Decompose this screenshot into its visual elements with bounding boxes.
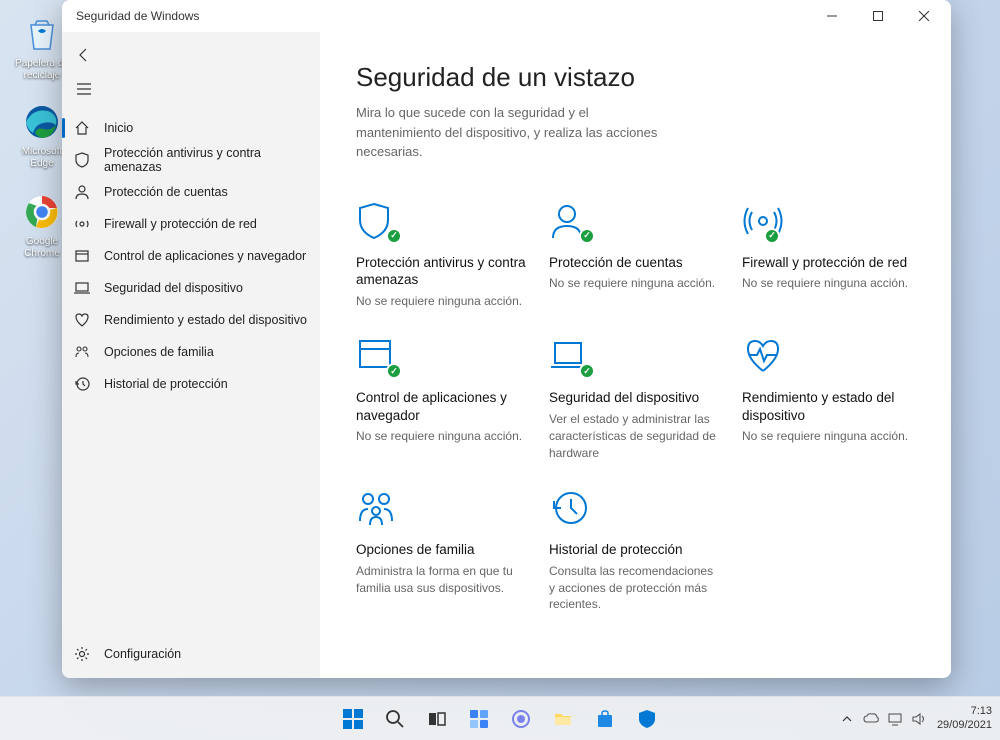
- tray-chevron-icon[interactable]: [841, 713, 853, 725]
- sidebar: Inicio Protección antivirus y contra ame…: [62, 32, 320, 678]
- nav-firewall[interactable]: Firewall y protección de red: [62, 208, 320, 240]
- volume-icon[interactable]: [911, 711, 927, 727]
- tile-firewall[interactable]: Firewall y protección de red No se requi…: [742, 202, 915, 310]
- shield-icon: [356, 202, 398, 240]
- start-button[interactable]: [334, 700, 372, 738]
- nav-protection-history[interactable]: Historial de protección: [62, 368, 320, 400]
- network-icon[interactable]: [887, 711, 903, 727]
- account-icon: [549, 202, 591, 240]
- windows-security-taskbar[interactable]: [628, 700, 666, 738]
- file-explorer-button[interactable]: [544, 700, 582, 738]
- nav-virus-protection[interactable]: Protección antivirus y contra amenazas: [62, 144, 320, 176]
- device-icon: [74, 280, 90, 296]
- back-button[interactable]: [64, 38, 104, 72]
- taskbar: 7:13 29/09/2021: [0, 696, 1000, 740]
- titlebar[interactable]: Seguridad de Windows: [62, 0, 951, 32]
- app-control-icon: [356, 337, 398, 375]
- nav-family-options[interactable]: Opciones de familia: [62, 336, 320, 368]
- tile-family-options[interactable]: Opciones de familia Administra la forma …: [356, 489, 529, 613]
- tile-device-security[interactable]: Seguridad del dispositivo Ver el estado …: [549, 337, 722, 461]
- hamburger-button[interactable]: [64, 72, 104, 106]
- widgets-button[interactable]: [460, 700, 498, 738]
- page-subtitle: Mira lo que sucede con la seguridad y el…: [356, 103, 676, 162]
- maximize-button[interactable]: [855, 0, 901, 32]
- history-icon: [74, 376, 90, 392]
- nav-settings[interactable]: Configuración: [62, 638, 320, 670]
- edge-icon: [20, 100, 64, 144]
- task-view-button[interactable]: [418, 700, 456, 738]
- tile-account-protection[interactable]: Protección de cuentas No se requiere nin…: [549, 202, 722, 310]
- chat-button[interactable]: [502, 700, 540, 738]
- content-area: Seguridad de un vistazo Mira lo que suce…: [320, 32, 951, 678]
- taskbar-clock[interactable]: 7:13 29/09/2021: [937, 705, 992, 731]
- family-icon: [356, 489, 398, 527]
- page-title: Seguridad de un vistazo: [356, 62, 915, 93]
- store-button[interactable]: [586, 700, 624, 738]
- recycle-bin-icon: [20, 12, 64, 56]
- tile-device-performance[interactable]: Rendimiento y estado del dispositivo No …: [742, 337, 915, 461]
- heart-icon: [74, 312, 90, 328]
- nav-device-security[interactable]: Seguridad del dispositivo: [62, 272, 320, 304]
- nav-account-protection[interactable]: Protección de cuentas: [62, 176, 320, 208]
- app-control-icon: [74, 248, 90, 264]
- minimize-button[interactable]: [809, 0, 855, 32]
- tile-app-browser-control[interactable]: Control de aplicaciones y navegador No s…: [356, 337, 529, 461]
- nav-home[interactable]: Inicio: [62, 112, 320, 144]
- family-icon: [74, 344, 90, 360]
- firewall-icon: [742, 202, 784, 240]
- device-icon: [549, 337, 591, 375]
- tile-virus-protection[interactable]: Protección antivirus y contra amenazas N…: [356, 202, 529, 310]
- onedrive-icon[interactable]: [863, 711, 879, 727]
- nav-app-browser-control[interactable]: Control de aplicaciones y navegador: [62, 240, 320, 272]
- search-button[interactable]: [376, 700, 414, 738]
- tile-protection-history[interactable]: Historial de protección Consulta las rec…: [549, 489, 722, 613]
- close-button[interactable]: [901, 0, 947, 32]
- history-icon: [549, 489, 591, 527]
- chrome-icon: [20, 190, 64, 234]
- nav-device-performance[interactable]: Rendimiento y estado del dispositivo: [62, 304, 320, 336]
- windows-security-window: Seguridad de Windows Inicio Protección a…: [62, 0, 951, 678]
- home-icon: [74, 120, 90, 136]
- window-title: Seguridad de Windows: [76, 9, 809, 23]
- heart-pulse-icon: [742, 337, 784, 375]
- shield-icon: [74, 152, 90, 168]
- gear-icon: [74, 646, 90, 662]
- account-icon: [74, 184, 90, 200]
- firewall-icon: [74, 216, 90, 232]
